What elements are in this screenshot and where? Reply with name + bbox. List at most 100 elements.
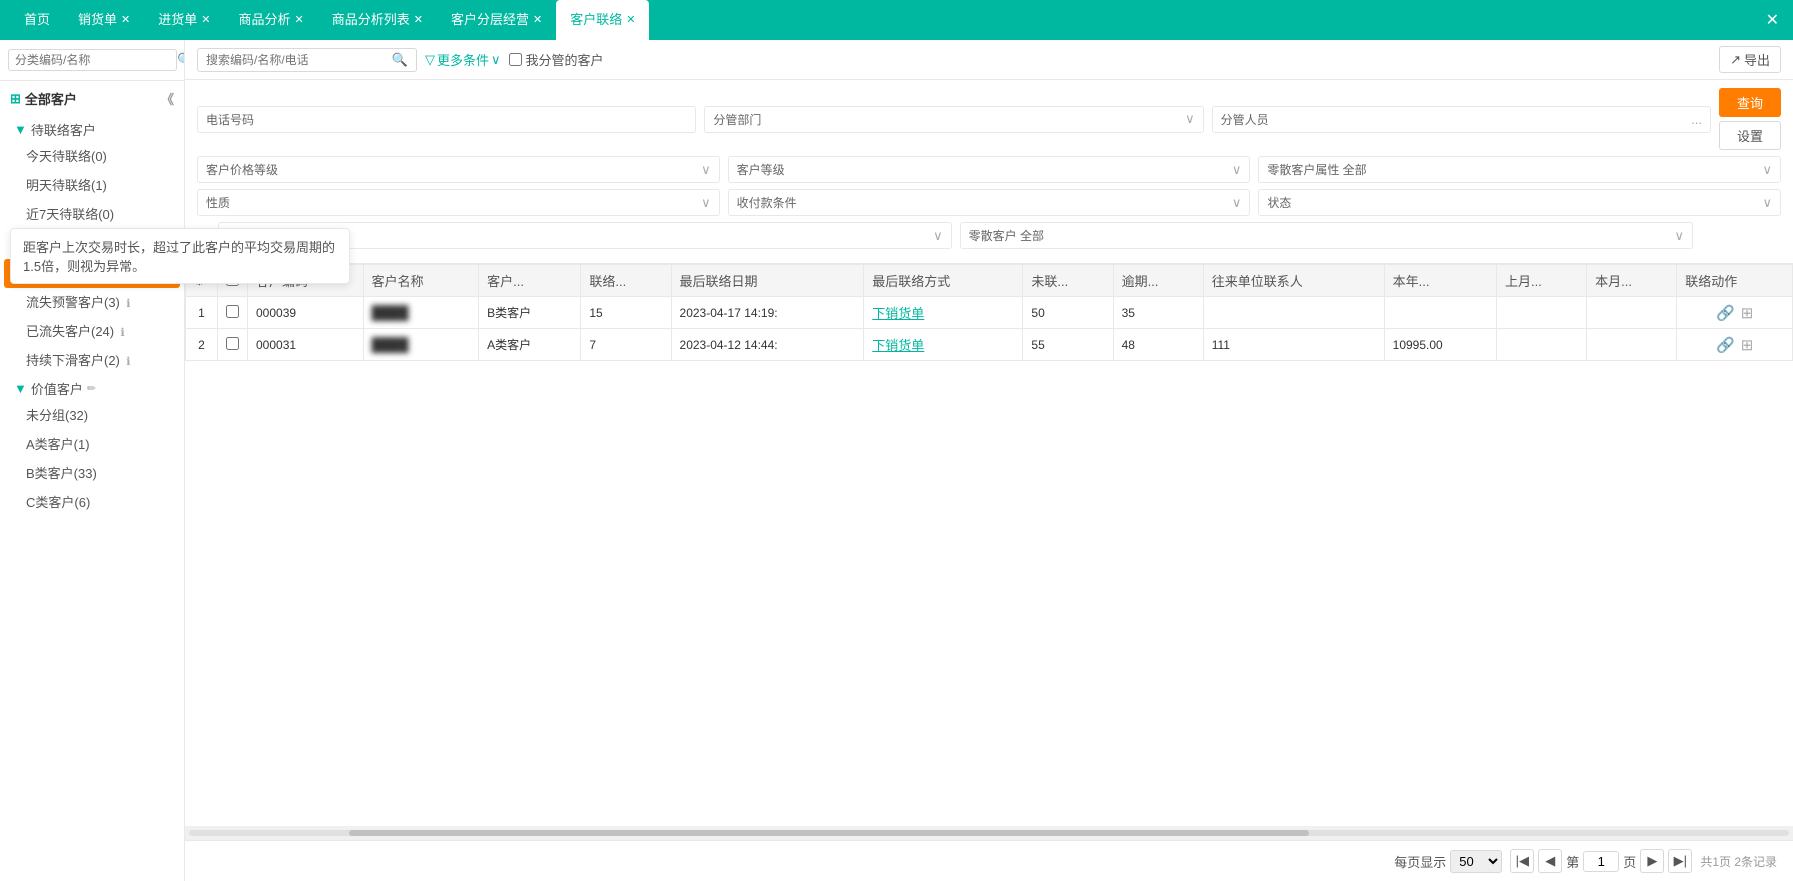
sidebar-search-input[interactable] xyxy=(8,49,177,71)
filter-price-level[interactable]: 客户价格等级 ∨ xyxy=(197,156,720,183)
sidebar-item-tomorrow[interactable]: 明天待联络(1) xyxy=(0,172,184,201)
col-lastmonth-header: 上月... xyxy=(1496,265,1586,297)
col-action-header: 联络动作 xyxy=(1677,265,1793,297)
sidebar-search-button[interactable]: 🔍 xyxy=(177,48,185,72)
sidebar-item-classA[interactable]: A类客户(1) xyxy=(0,431,184,460)
export-button[interactable]: ↗ 导出 xyxy=(1719,46,1781,73)
my-customers-checkbox[interactable] xyxy=(509,53,522,66)
more-conditions-btn[interactable]: ▽ 更多条件 ∨ xyxy=(425,50,501,69)
nav-analysis[interactable]: 商品分析 ✕ xyxy=(224,0,317,40)
action-link-icon-2[interactable]: 🔗 xyxy=(1716,336,1735,354)
chevron-retail-attr: ∨ xyxy=(1763,162,1773,178)
all-customers-title[interactable]: ⊞ 全部客户 《 xyxy=(0,81,184,116)
filter-retail-all[interactable]: 零散客户 全部 ∨ xyxy=(960,222,1693,249)
col-thismonth-header: 本月... xyxy=(1587,265,1677,297)
cell-type-2: A类客户 xyxy=(479,329,581,361)
edit-icon[interactable]: ✏ xyxy=(87,382,96,395)
sidebar-item-classB[interactable]: B类客户(33) xyxy=(0,460,184,489)
filter-customer-level[interactable]: 客户等级 ∨ xyxy=(728,156,1251,183)
sidebar-item-today[interactable]: 今天待联络(0) xyxy=(0,143,184,172)
sidebar-item-classC[interactable]: C类客户(6) xyxy=(0,489,184,518)
table-footer: 每页显示 50 100 200 |◀ ◀ 第 页 ▶ ▶| 共1页 2条记录 xyxy=(185,840,1793,881)
close-customer-contact[interactable]: ✕ xyxy=(626,0,635,40)
query-button[interactable]: 查询 xyxy=(1719,88,1781,117)
customers-table: ⚙ 客户编码 客户名称 客户... 联络... 最后联络日期 最后联络方式 未联… xyxy=(185,264,1793,361)
filter-manager[interactable]: 分管人员 ... xyxy=(1212,106,1711,133)
settings-button[interactable]: 设置 xyxy=(1719,121,1781,150)
next-page-btn[interactable]: ▶ xyxy=(1640,849,1664,873)
last-page-btn[interactable]: ▶| xyxy=(1668,849,1692,873)
close-purchase[interactable]: ✕ xyxy=(201,0,210,40)
cell-lastdate-1: 2023-04-17 14:19: xyxy=(671,297,864,329)
filter-dept[interactable]: 分管部门 ∨ xyxy=(704,106,1203,133)
sidebar-item-declining[interactable]: 持续下滑客户(2) ℹ xyxy=(0,347,184,376)
cell-unitcontact-2: 111 xyxy=(1203,329,1384,361)
close-analysis[interactable]: ✕ xyxy=(295,0,304,40)
cell-index-1: 1 xyxy=(186,297,218,329)
page-input[interactable] xyxy=(1583,851,1619,872)
sidebar-search-area: 🔍 xyxy=(0,40,184,81)
prev-page-btn[interactable]: ◀ xyxy=(1538,849,1562,873)
per-page-select[interactable]: 50 100 200 xyxy=(1450,850,1502,873)
col-thisyear-header: 本年... xyxy=(1384,265,1496,297)
filter-gender[interactable]: 性质 ∨ xyxy=(197,189,720,216)
nav-analysis-list[interactable]: 商品分析列表 ✕ xyxy=(318,0,437,40)
nav-purchase[interactable]: 进货单 ✕ xyxy=(144,0,224,40)
close-customer-segment[interactable]: ✕ xyxy=(533,0,542,40)
col-overdue-header: 逾期... xyxy=(1113,265,1203,297)
filter-payment[interactable]: 收付款条件 ∨ xyxy=(728,189,1251,216)
action-grid-icon-1[interactable]: ⊞ xyxy=(1741,304,1754,322)
cell-lastmonth-1 xyxy=(1496,297,1586,329)
nav-home[interactable]: 首页 xyxy=(10,0,64,40)
sidebar-item-lost[interactable]: 已流失客户(24) ℹ xyxy=(0,318,184,347)
tooltip-box: 距客户上次交易时长，超过了此客户的平均交易周期的1.5倍，则视为异常。 xyxy=(10,228,350,284)
main-layout: 🔍 ⊞ 全部客户 《 ▼ 待联络客户 今天待联络(0) 明天待联络(1) 近7天… xyxy=(0,40,1793,881)
group-value-customers[interactable]: ▼ 价值客户 ✏ xyxy=(0,375,184,402)
filter-phone[interactable]: 电话号码 xyxy=(197,106,696,133)
cell-unread-1: 50 xyxy=(1023,297,1113,329)
horizontal-scrollbar[interactable] xyxy=(185,826,1793,840)
nav-customer-contact[interactable]: 客户联络 ✕ xyxy=(556,0,649,40)
cell-overdue-1: 35 xyxy=(1113,297,1203,329)
group-pending-contact[interactable]: ▼ 待联络客户 xyxy=(0,116,184,143)
sidebar-item-7days[interactable]: 近7天待联络(0) xyxy=(0,201,184,230)
row1-checkbox[interactable] xyxy=(226,305,239,318)
close-analysis-list[interactable]: ✕ xyxy=(414,0,423,40)
filter-retail-attr[interactable]: 零散客户属性 全部 ∨ xyxy=(1258,156,1781,183)
sidebar-item-unclassified[interactable]: 未分组(32) xyxy=(0,402,184,431)
info-icon-declining: ℹ xyxy=(126,356,130,368)
sidebar: 🔍 ⊞ 全部客户 《 ▼ 待联络客户 今天待联络(0) 明天待联络(1) 近7天… xyxy=(0,40,185,881)
action-grid-icon-2[interactable]: ⊞ xyxy=(1741,336,1754,354)
cell-lastmethod-1[interactable]: 下销货单 xyxy=(864,297,1023,329)
dots-manager[interactable]: ... xyxy=(1691,112,1702,127)
close-all-tabs[interactable]: ✕ xyxy=(1766,10,1779,30)
cell-code-2: 000031 xyxy=(248,329,364,361)
cell-checkbox-1 xyxy=(218,297,248,329)
row2-checkbox[interactable] xyxy=(226,337,239,350)
chevron-payment: ∨ xyxy=(1232,195,1242,211)
scroll-thumb[interactable] xyxy=(349,830,1309,836)
collapse-icon[interactable]: 《 xyxy=(161,89,174,108)
content-area: 🔍 ▽ 更多条件 ∨ 我分管的客户 ↗ 导出 电话号码 xyxy=(185,40,1793,881)
cell-name-2: ████ xyxy=(363,329,479,361)
grid-icon: ⊞ xyxy=(10,91,21,107)
data-table-container: ⚙ 客户编码 客户名称 客户... 联络... 最后联络日期 最后联络方式 未联… xyxy=(185,264,1793,826)
search-icon[interactable]: 🔍 xyxy=(392,52,408,68)
scroll-track xyxy=(189,830,1789,836)
first-page-btn[interactable]: |◀ xyxy=(1510,849,1534,873)
triangle-icon: ▼ xyxy=(14,122,27,137)
close-sales[interactable]: ✕ xyxy=(121,0,130,40)
chevron-retail-all: ∨ xyxy=(1674,228,1684,244)
action-link-icon-1[interactable]: 🔗 xyxy=(1716,304,1735,322)
search-input[interactable] xyxy=(206,53,392,67)
cell-contact-2: 7 xyxy=(581,329,671,361)
cell-lastmonth-2 xyxy=(1496,329,1586,361)
nav-sales[interactable]: 销货单 ✕ xyxy=(64,0,144,40)
pagination-controls: |◀ ◀ 第 页 ▶ ▶| xyxy=(1510,849,1692,873)
filter-status[interactable]: 状态 ∨ xyxy=(1258,189,1781,216)
nav-customer-segment[interactable]: 客户分层经营 ✕ xyxy=(437,0,556,40)
sidebar-item-lost-predicted[interactable]: 流失预警客户(3) ℹ xyxy=(0,289,184,318)
cell-lastmethod-2[interactable]: 下销货单 xyxy=(864,329,1023,361)
cell-overdue-2: 48 xyxy=(1113,329,1203,361)
cell-thisyear-2: 10995.00 xyxy=(1384,329,1496,361)
